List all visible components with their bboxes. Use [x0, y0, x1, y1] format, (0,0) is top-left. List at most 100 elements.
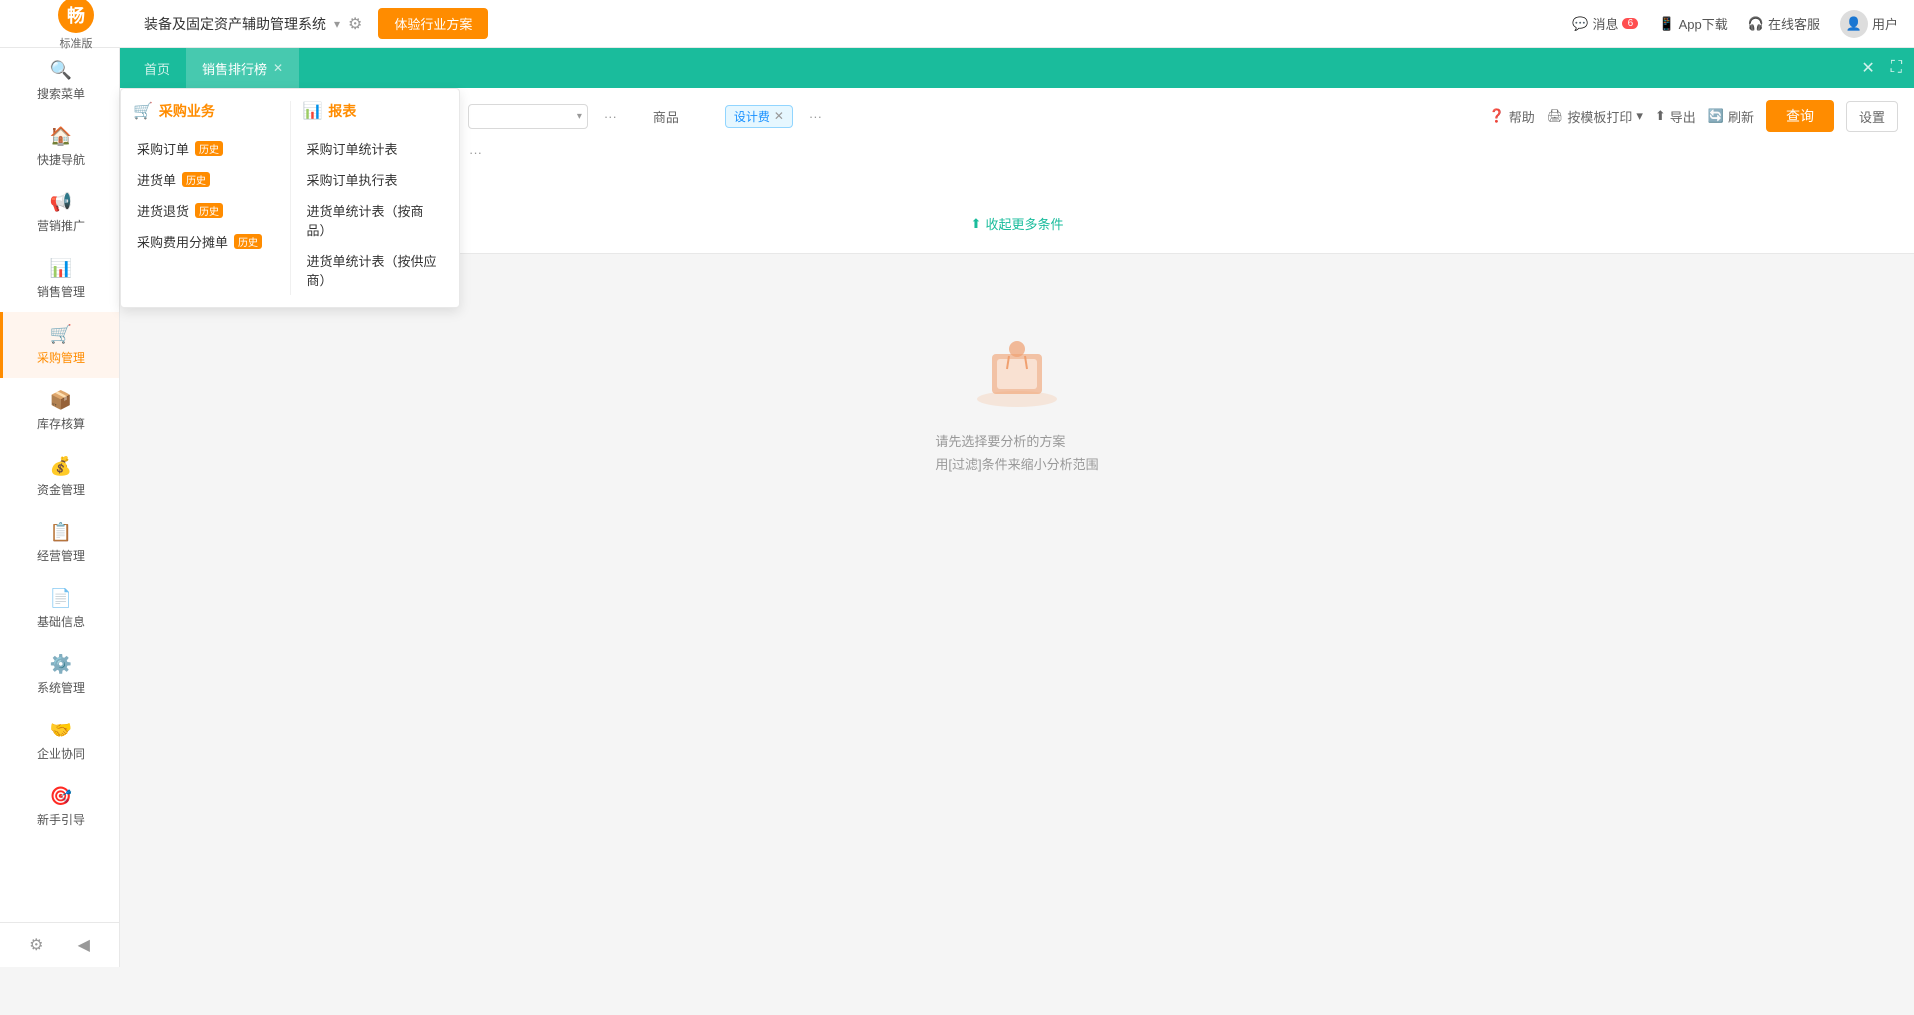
chart-icon: 📊 [50, 258, 72, 279]
sidebar-item-collab[interactable]: 🤝 企业协同 [0, 708, 119, 774]
sys-settings-icon[interactable]: ⚙ [348, 14, 362, 34]
status-select[interactable] [468, 104, 588, 129]
online-service-item[interactable]: 🎧 在线客服 [1748, 14, 1820, 33]
purchase-col-title: 采购业务 [159, 101, 215, 121]
gear-icon: ⚙️ [50, 654, 72, 675]
sys-dropdown-arrow[interactable]: ▾ [334, 17, 340, 31]
export-button[interactable]: ⬆ 导出 [1655, 107, 1696, 126]
tab-home[interactable]: 首页 [128, 48, 186, 88]
app-download-item[interactable]: 📱 App下载 [1658, 14, 1727, 33]
megaphone-icon: 📢 [50, 192, 72, 213]
report-col-header: 📊 报表 [303, 101, 448, 125]
refresh-icon: 🔄 [1708, 108, 1724, 124]
sidebar-label-guide: 新手引导 [37, 811, 85, 828]
sidebar-item-search[interactable]: 🔍 搜索菜单 [0, 48, 119, 114]
help-icon: ❓ [1489, 108, 1505, 124]
sidebar-item-finance[interactable]: 💰 资金管理 [0, 444, 119, 510]
dropdown-item-po-exec[interactable]: 采购订单执行表 [303, 164, 448, 195]
dropdown-item-goods-stats-supplier[interactable]: 进货单统计表（按供应商） [303, 245, 448, 295]
empty-hint-2: 用[过滤]条件来缩小分析范围 [935, 453, 1098, 476]
sidebar-label-operations: 经营管理 [37, 547, 85, 564]
topbar: 畅 标准版 装备及固定资产辅助管理系统 ▾ ⚙ 体验行业方案 💬 消息 6 📱 … [0, 0, 1914, 48]
message-label: 消息 [1592, 14, 1618, 33]
report-col-title: 报表 [328, 101, 356, 121]
purchase-col: 🛒 采购业务 采购订单 历史 进货单 历史 进货退货 历史 采购费用分摊单 历史 [121, 101, 291, 295]
dropdown-item-goods-stats-product[interactable]: 进货单统计表（按商品） [303, 195, 448, 245]
status-select-wrapper: ▾ [468, 104, 588, 129]
history-badge-0: 历史 [195, 141, 223, 156]
sidebar-settings-icon[interactable]: ⚙ [29, 935, 43, 955]
sidebar-item-guide[interactable]: 🎯 新手引导 [0, 774, 119, 840]
print-button[interactable]: 🖨 按模板打印 ▾ [1547, 107, 1643, 126]
sys-info: 装备及固定资产辅助管理系统 ▾ ⚙ 体验行业方案 [144, 8, 1572, 39]
history-badge-1: 历史 [182, 172, 210, 187]
sidebar-item-quick[interactable]: 🏠 快捷导航 [0, 114, 119, 180]
empty-text: 请先选择要分析的方案 用[过滤]条件来缩小分析范围 [935, 430, 1098, 477]
logo: 畅 标准版 [16, 0, 136, 51]
query-button[interactable]: 查询 [1766, 100, 1834, 132]
tab-sales-rank[interactable]: 销售排行榜 ✕ [186, 48, 299, 88]
home-icon: 🏠 [50, 126, 72, 147]
sidebar-item-purchase[interactable]: 🛒 采购管理 [0, 312, 119, 378]
sidebar-label-basic: 基础信息 [37, 613, 85, 630]
cart-icon: 🛒 [50, 324, 72, 345]
dropdown-item-goods-return[interactable]: 进货退货 历史 [133, 195, 278, 226]
sidebar-item-sales[interactable]: 📊 销售管理 [0, 246, 119, 312]
sidebar-item-marketing[interactable]: 📢 营销推广 [0, 180, 119, 246]
collapse-icon: ⬆ [971, 216, 982, 232]
purchase-order-label: 采购订单 [137, 139, 189, 158]
tab-close-all-icon[interactable]: ✕ [1857, 54, 1878, 82]
app-download-label: App下载 [1679, 14, 1728, 33]
product-tag-close[interactable]: ✕ [774, 109, 784, 123]
box-icon: 📦 [50, 390, 72, 411]
message-item[interactable]: 💬 消息 6 [1572, 14, 1638, 33]
help-label: 帮助 [1509, 107, 1535, 126]
export-label: 导出 [1670, 107, 1696, 126]
tab-bar-actions: ✕ ⛶ [1857, 54, 1906, 82]
search-icon: 🔍 [50, 60, 72, 81]
sidebar-item-system[interactable]: ⚙️ 系统管理 [0, 642, 119, 708]
settings-button[interactable]: 设置 [1846, 101, 1898, 132]
salesperson-ellipsis[interactable]: ··· [465, 145, 486, 160]
product-tag: 设计费 ✕ [725, 105, 793, 128]
goods-stats-supplier-label: 进货单统计表（按供应商） [307, 251, 444, 289]
dropdown-item-po-stats[interactable]: 采购订单统计表 [303, 133, 448, 164]
doc-icon: 📄 [50, 588, 72, 609]
sidebar-collapse-icon[interactable]: ◀ [78, 935, 90, 955]
dropdown-item-goods-receipt[interactable]: 进货单 历史 [133, 164, 278, 195]
sidebar-item-inventory[interactable]: 📦 库存核算 [0, 378, 119, 444]
sidebar-item-basic[interactable]: 📄 基础信息 [0, 576, 119, 642]
purchase-header-icon: 🛒 [133, 101, 153, 121]
print-icon: 🖨 [1547, 108, 1564, 124]
refresh-button[interactable]: 🔄 刷新 [1708, 107, 1754, 126]
sidebar-label-marketing: 营销推广 [37, 217, 85, 234]
status-ellipsis[interactable]: ··· [600, 109, 621, 124]
report-header-icon: 📊 [303, 101, 323, 121]
headset-icon: 🎧 [1748, 16, 1764, 32]
dropdown-item-purchase-expense[interactable]: 采购费用分摊单 历史 [133, 226, 278, 257]
dropdown-item-purchase-order[interactable]: 采购订单 历史 [133, 133, 278, 164]
tab-expand-icon[interactable]: ⛶ [1887, 55, 1906, 81]
product-ellipsis[interactable]: ··· [805, 109, 826, 124]
goods-stats-product-label: 进货单统计表（按商品） [307, 201, 444, 239]
sidebar-item-operations[interactable]: 📋 经营管理 [0, 510, 119, 576]
handshake-icon: 🤝 [50, 720, 72, 741]
message-icon: 💬 [1572, 16, 1588, 32]
trial-button[interactable]: 体验行业方案 [378, 8, 488, 39]
logo-icon: 畅 [58, 0, 94, 33]
tab-close-icon[interactable]: ✕ [273, 61, 283, 75]
user-avatar: 👤 [1840, 10, 1868, 38]
goods-receipt-label: 进货单 [137, 170, 176, 189]
message-badge: 6 [1622, 18, 1638, 29]
print-arrow[interactable]: ▾ [1636, 108, 1643, 124]
report-col: 📊 报表 采购订单统计表 采购订单执行表 进货单统计表（按商品） 进货单统计表（… [291, 101, 460, 295]
money-icon: 💰 [50, 456, 72, 477]
tab-home-label: 首页 [144, 59, 170, 78]
sidebar-label-system: 系统管理 [37, 679, 85, 696]
user-item[interactable]: 👤 用户 [1840, 10, 1898, 38]
tab-sales-rank-label: 销售排行榜 [202, 59, 267, 78]
user-label: 用户 [1872, 14, 1898, 33]
toolbar-right: ❓ 帮助 🖨 按模板打印 ▾ ⬆ 导出 🔄 [1489, 100, 1898, 132]
sidebar-bottom: ⚙ ◀ [0, 922, 119, 967]
help-button[interactable]: ❓ 帮助 [1489, 107, 1535, 126]
